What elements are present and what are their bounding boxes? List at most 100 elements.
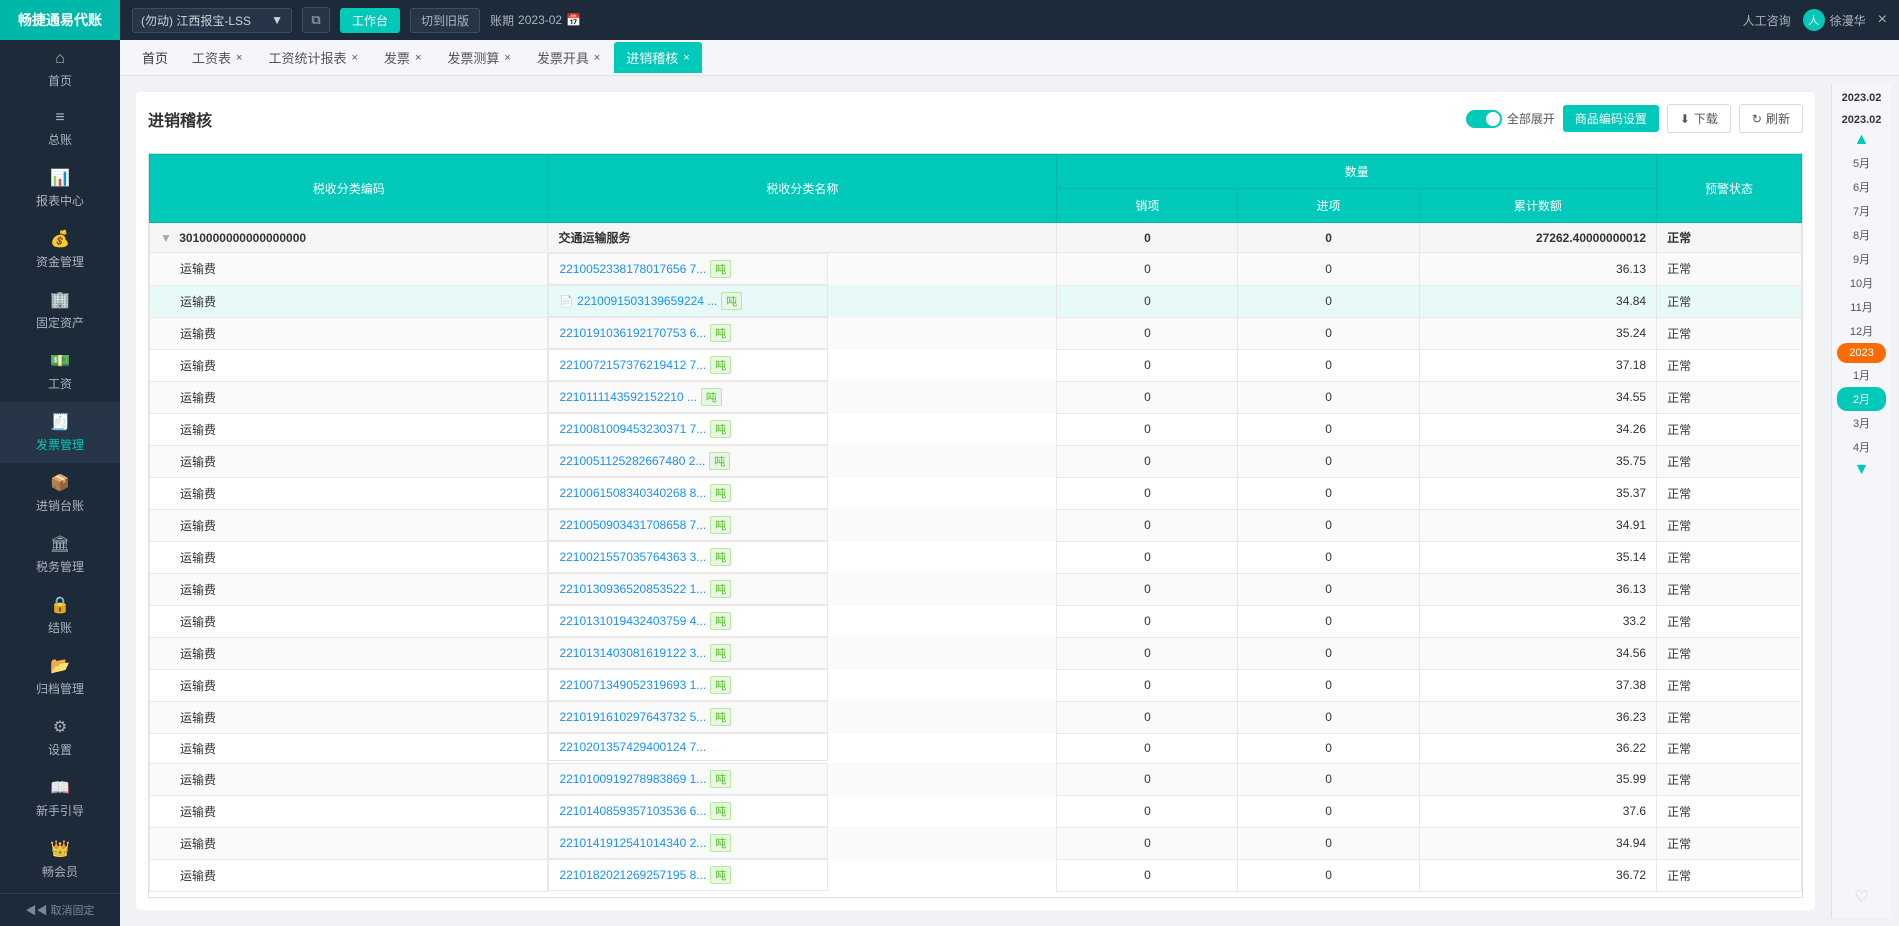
sidebar-item-fund[interactable]: 💰 资金管理 xyxy=(0,219,120,280)
cell-code: 2210081009453230371 7... 吨 xyxy=(548,413,828,445)
member-icon: 👑 xyxy=(50,839,70,859)
main-area: (勿动) 江西报宝-LSS ▼ ⧉ 工作台 切到旧版 账期 2023-02 📅 … xyxy=(120,0,1899,926)
tab-close-icon[interactable]: × xyxy=(683,52,689,64)
tab-close-icon[interactable]: × xyxy=(504,52,510,64)
table-row[interactable]: ▼ 3010000000000000000 交通运输服务 0 0 27262.4… xyxy=(150,223,1802,253)
tab-close-icon[interactable]: × xyxy=(415,52,421,64)
tab-salary-report[interactable]: 工资统计报表 × xyxy=(256,42,369,73)
table-row[interactable]: 运输费 2210061508340340268 8... 吨 0 0 35.37… xyxy=(150,477,1802,509)
table-row[interactable]: 运输费 2210052338178017656 7... 吨 0 0 36.13… xyxy=(150,253,1802,286)
user-menu[interactable]: 人 徐漫华 xyxy=(1803,9,1866,31)
panel-scroll-down[interactable]: ▼ xyxy=(1854,459,1870,481)
month-12[interactable]: 12月 xyxy=(1832,319,1891,343)
window-close-button[interactable]: × xyxy=(1878,11,1887,29)
settings-button[interactable]: 商品编码设置 xyxy=(1563,105,1659,132)
cell-purchase: 0 xyxy=(1238,223,1419,253)
table-row[interactable]: 运输费 2210191610297643732 5... 吨 0 0 36.23… xyxy=(150,701,1802,733)
cell-code: 2210201357429400124 7... xyxy=(548,733,828,761)
switch-version-button[interactable]: 切到旧版 xyxy=(410,8,480,33)
sidebar-item-tax[interactable]: 🏛 税务管理 xyxy=(0,524,120,585)
dropdown-icon: ▼ xyxy=(271,13,283,27)
table-row[interactable]: 运输费 2210130936520853522 1... 吨 0 0 36.13… xyxy=(150,573,1802,605)
tab-invoice-open[interactable]: 发票开具 × xyxy=(525,42,612,73)
table-row[interactable]: 运输费 2210050903431708658 7... 吨 0 0 34.91… xyxy=(150,509,1802,541)
company-selector[interactable]: (勿动) 江西报宝-LSS ▼ xyxy=(132,8,292,33)
toolbar: 全部展开 商品编码设置 ⬇ 下载 ↻ 刷新 xyxy=(1466,104,1803,133)
cell-cumulative: 34.84 xyxy=(1419,285,1656,317)
table-row[interactable]: 运输费 2210141912541014340 2... 吨 0 0 34.94… xyxy=(150,827,1802,859)
sidebar-item-salary[interactable]: 💵 工资 xyxy=(0,341,120,402)
month-10[interactable]: 10月 xyxy=(1832,271,1891,295)
cell-code: 2210050903431708658 7... 吨 xyxy=(548,509,828,541)
tab-invoice[interactable]: 发票 × xyxy=(372,42,433,73)
sidebar-item-archive[interactable]: 📂 归档管理 xyxy=(0,646,120,707)
sidebar-item-member[interactable]: 👑 畅会员 xyxy=(0,829,120,890)
tab-close-icon[interactable]: × xyxy=(236,52,242,64)
tab-close-icon[interactable]: × xyxy=(594,52,600,64)
table-row[interactable]: 运输费 2210131403081619122 3... 吨 0 0 34.56… xyxy=(150,637,1802,669)
month-6[interactable]: 6月 xyxy=(1832,175,1891,199)
cell-sale: 0 xyxy=(1057,317,1238,349)
cell-cumulative: 36.13 xyxy=(1419,573,1656,605)
sidebar-item-settings[interactable]: ⚙ 设置 xyxy=(0,707,120,768)
col-header-quantity: 数量 xyxy=(1057,155,1657,189)
table-row[interactable]: 运输费 2210182021269257195 8... 吨 0 0 36.72… xyxy=(150,859,1802,891)
tab-home[interactable]: 首页 xyxy=(132,42,178,73)
tab-salary-table[interactable]: 工资表 × xyxy=(180,42,254,73)
cell-item-name: 运输费 xyxy=(150,541,548,573)
month-5[interactable]: 5月 xyxy=(1832,151,1891,175)
cell-item-name: 运输费 xyxy=(150,763,548,795)
tab-invoice-verify[interactable]: 进销稽核 × xyxy=(614,42,701,73)
year-2023[interactable]: 2023 xyxy=(1837,343,1886,363)
month-1[interactable]: 1月 xyxy=(1832,363,1891,387)
workbench-button[interactable]: 工作台 xyxy=(340,8,400,33)
sidebar-item-asset[interactable]: 🏢 固定资产 xyxy=(0,280,120,341)
table-row[interactable]: 运输费 2210140859357103536 6... 吨 0 0 37.6 … xyxy=(150,795,1802,827)
archive-icon: 📂 xyxy=(50,656,70,676)
expand-switch[interactable] xyxy=(1466,110,1502,128)
table-row[interactable]: 运输费 2210191036192170753 6... 吨 0 0 35.24… xyxy=(150,317,1802,349)
panel-scroll-up[interactable]: ▲ xyxy=(1854,129,1870,151)
tab-invoice-calc[interactable]: 发票测算 × xyxy=(435,42,522,73)
col-header-purchase: 进项 xyxy=(1238,189,1419,223)
sidebar-item-report[interactable]: 📊 报表中心 xyxy=(0,158,120,219)
table-row[interactable]: 运输费 📄 2210091503139659224 ... 吨 0 0 34.8… xyxy=(150,285,1802,317)
month-9[interactable]: 9月 xyxy=(1832,247,1891,271)
pin-icon: ◀◀ xyxy=(25,905,47,917)
table-row[interactable]: 运输费 2210131019432403759 4... 吨 0 0 33.2 … xyxy=(150,605,1802,637)
tab-close-icon[interactable]: × xyxy=(351,52,357,64)
month-4[interactable]: 4月 xyxy=(1832,435,1891,459)
download-button[interactable]: ⬇ 下载 xyxy=(1667,104,1731,133)
cell-purchase: 0 xyxy=(1238,827,1419,859)
table-row[interactable]: 运输费 2210111143592152210 ... 吨 0 0 34.55 … xyxy=(150,381,1802,413)
table-row[interactable]: 运输费 2210071349052319693 1... 吨 0 0 37.38… xyxy=(150,669,1802,701)
table-row[interactable]: 运输费 2210201357429400124 7... 0 0 36.22 正… xyxy=(150,733,1802,763)
support-link[interactable]: 人工咨询 xyxy=(1743,12,1791,29)
cell-sale: 0 xyxy=(1057,827,1238,859)
sidebar-item-home[interactable]: ⌂ 首页 xyxy=(0,40,120,99)
refresh-button[interactable]: ↻ 刷新 xyxy=(1739,104,1803,133)
sidebar-item-guide[interactable]: 📖 新手引导 xyxy=(0,768,120,829)
sidebar-item-invoice[interactable]: 🧾 发票管理 xyxy=(0,402,120,463)
sidebar-item-sales[interactable]: 📦 进销台账 xyxy=(0,463,120,524)
cell-sale: 0 xyxy=(1057,413,1238,445)
month-11[interactable]: 11月 xyxy=(1832,295,1891,319)
table-row[interactable]: 运输费 2210021557035764363 3... 吨 0 0 35.14… xyxy=(150,541,1802,573)
copy-button[interactable]: ⧉ xyxy=(302,7,330,33)
sidebar-item-close[interactable]: 🔒 结账 xyxy=(0,585,120,646)
table-row[interactable]: 运输费 2210051125282667480 2... 吨 0 0 35.75… xyxy=(150,445,1802,477)
month-2[interactable]: 2月 xyxy=(1837,387,1886,411)
sidebar-item-ledger[interactable]: ≡ 总账 xyxy=(0,99,120,158)
table-row[interactable]: 运输费 2210072157376219412 7... 吨 0 0 37.18… xyxy=(150,349,1802,381)
month-8[interactable]: 8月 xyxy=(1832,223,1891,247)
panel-favorite[interactable]: ♡ xyxy=(1854,881,1868,913)
table-row[interactable]: 运输费 2210081009453230371 7... 吨 0 0 34.26… xyxy=(150,413,1802,445)
topbar: (勿动) 江西报宝-LSS ▼ ⧉ 工作台 切到旧版 账期 2023-02 📅 … xyxy=(120,0,1899,40)
calendar-icon[interactable]: 📅 xyxy=(566,13,581,27)
month-3[interactable]: 3月 xyxy=(1832,411,1891,435)
sidebar-item-label: 进销台账 xyxy=(36,497,84,514)
cell-status: 正常 xyxy=(1657,541,1802,573)
table-row[interactable]: 运输费 2210100919278983869 1... 吨 0 0 35.99… xyxy=(150,763,1802,795)
month-7[interactable]: 7月 xyxy=(1832,199,1891,223)
unpin-button[interactable]: ◀◀ 取消固定 xyxy=(0,893,120,926)
